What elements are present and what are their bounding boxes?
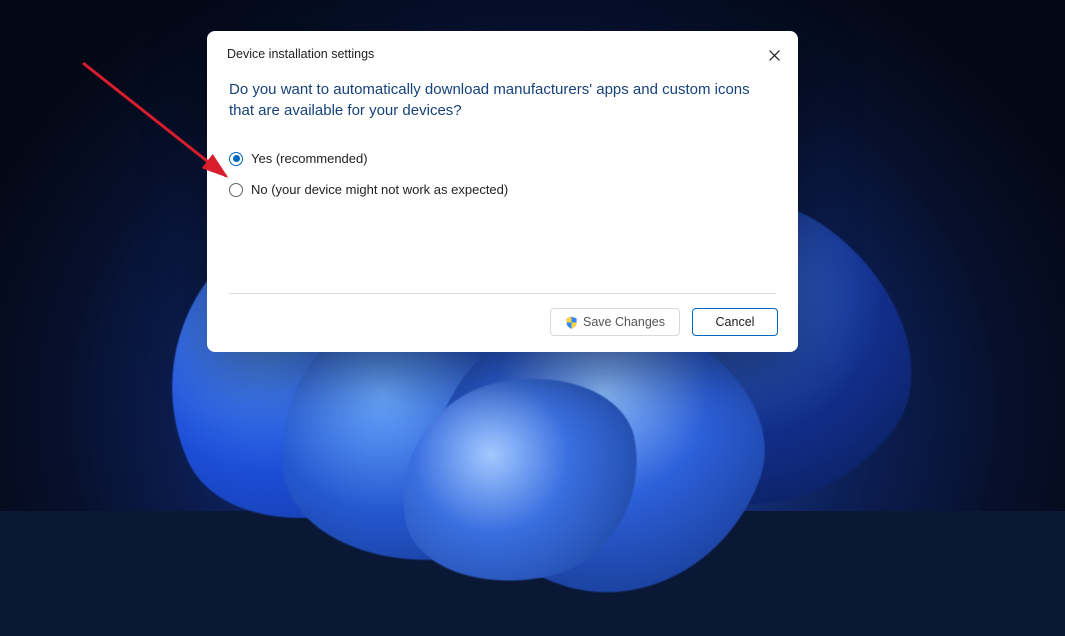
close-icon: [769, 50, 780, 61]
option-no[interactable]: No (your device might not work as expect…: [229, 182, 776, 197]
uac-shield-icon: [565, 316, 578, 329]
titlebar: Device installation settings: [207, 31, 798, 65]
dialog-title: Device installation settings: [227, 45, 764, 61]
option-yes-label: Yes (recommended): [251, 151, 368, 166]
radio-yes[interactable]: [229, 152, 243, 166]
dialog-body: Do you want to automatically download ma…: [207, 65, 798, 293]
cancel-button-label: Cancel: [716, 315, 755, 329]
save-changes-button[interactable]: Save Changes: [550, 308, 680, 336]
option-no-label: No (your device might not work as expect…: [251, 182, 508, 197]
close-button[interactable]: [764, 45, 784, 65]
cancel-button[interactable]: Cancel: [692, 308, 778, 336]
radio-group: Yes (recommended) No (your device might …: [229, 151, 776, 197]
dialog-footer: Save Changes Cancel: [207, 294, 798, 352]
device-installation-settings-dialog: Device installation settings Do you want…: [207, 31, 798, 352]
save-button-label: Save Changes: [583, 315, 665, 329]
radio-no[interactable]: [229, 183, 243, 197]
option-yes[interactable]: Yes (recommended): [229, 151, 776, 166]
question-text: Do you want to automatically download ma…: [229, 79, 776, 121]
